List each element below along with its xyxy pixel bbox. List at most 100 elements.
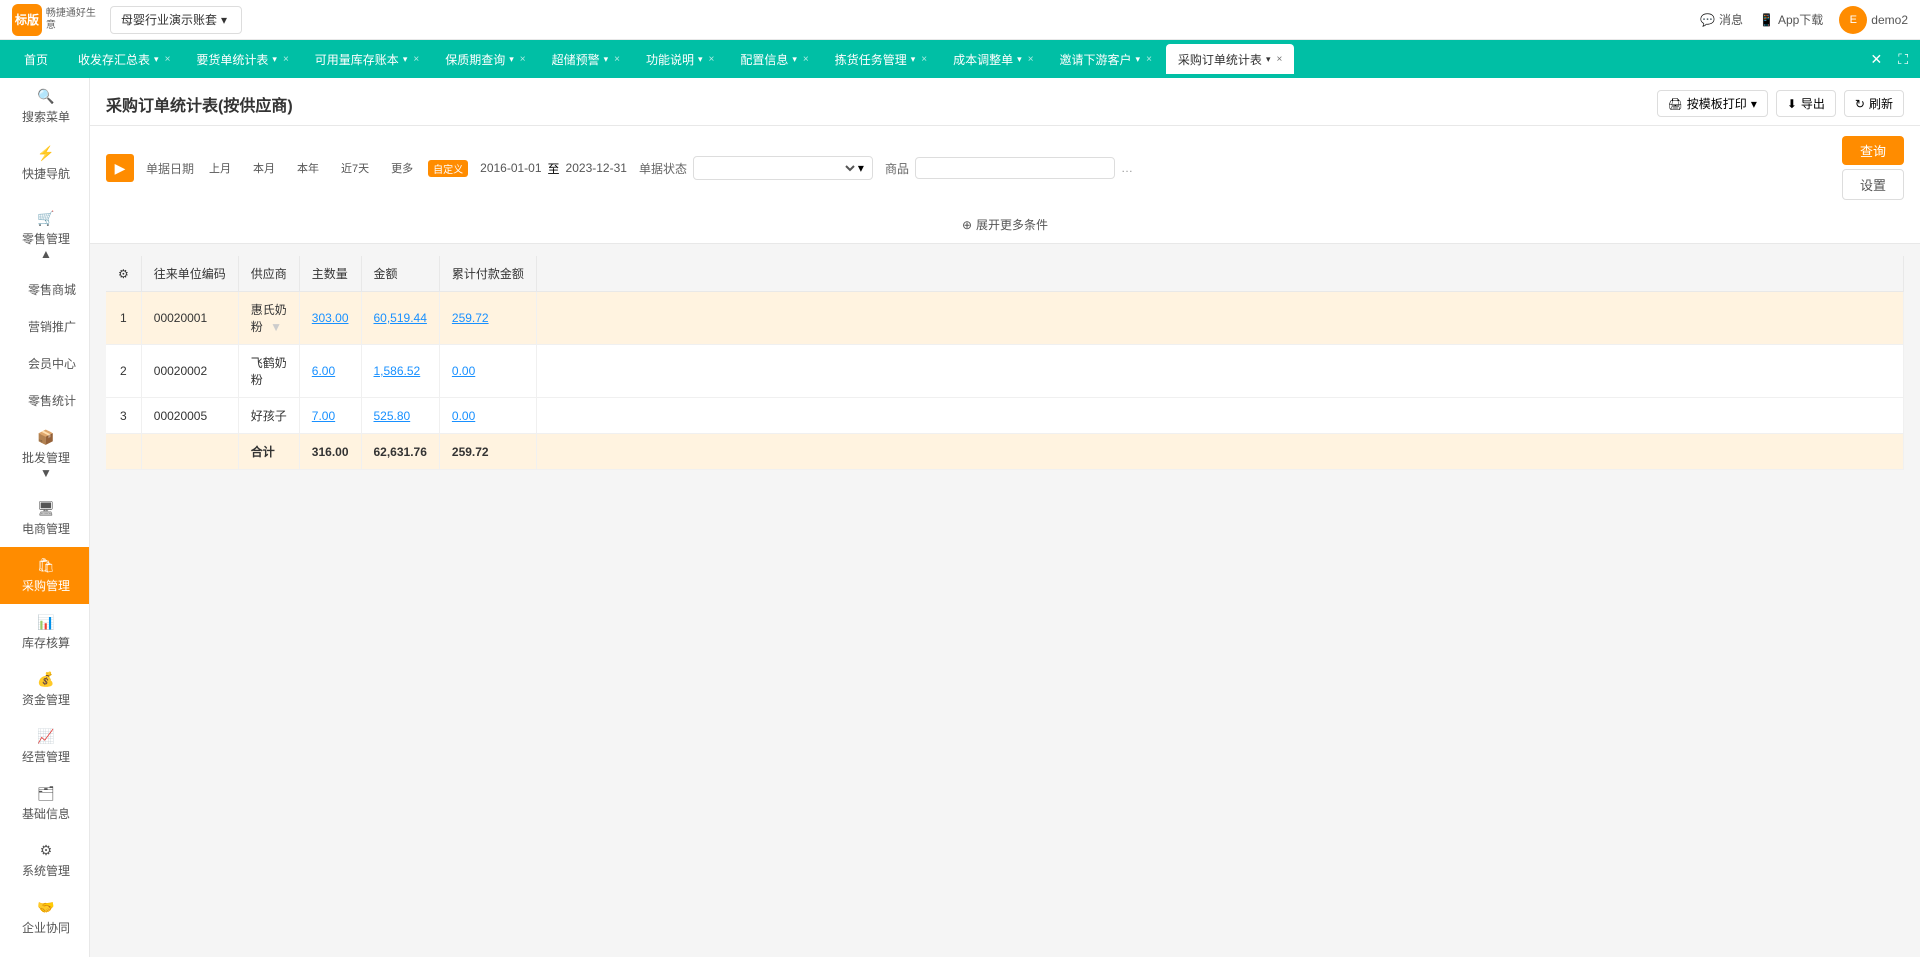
shortcut-7days[interactable]: 近7天 [332, 157, 378, 179]
row-qty-link[interactable]: 7.00 [312, 409, 335, 423]
logo-text: 畅捷通好生意 [46, 8, 102, 32]
shortcut-last-month[interactable]: 上月 [200, 157, 240, 179]
app-download-button[interactable]: 📱 App下载 [1759, 11, 1823, 28]
tab-config-info[interactable]: 配置信息 ▾ × [728, 44, 820, 74]
tab-close-icon[interactable]: × [614, 54, 620, 65]
sidebar-item-search[interactable]: 🔍 搜索菜单 [0, 78, 89, 135]
tab-close-icon[interactable]: × [283, 54, 289, 65]
settings-icon[interactable]: ⚙ [118, 267, 129, 281]
top-bar: 标版 畅捷通好生意 母婴行业演示账套 ▾ 💬 消息 📱 App下载 E demo… [0, 0, 1920, 40]
expand-conditions-button[interactable]: ⊕ 展开更多条件 [962, 216, 1048, 233]
tab-label: 拣货任务管理 [835, 51, 907, 68]
date-filter: 单据日期 上月 本月 本年 近7天 更多 自定义 [146, 157, 468, 179]
refresh-icon: ↻ [1855, 97, 1865, 111]
status-filter: 单据状态 ▾ [639, 156, 873, 180]
shortcut-this-month[interactable]: 本月 [244, 157, 284, 179]
tab-purchase-stats[interactable]: 采购订单统计表 ▾ × [1166, 44, 1294, 74]
table-row: 3 00020005 好孩子 7.00 525.80 0.00 [106, 398, 1904, 434]
status-select-wrapper[interactable]: ▾ [693, 156, 873, 180]
workspace-name: 母婴行业演示账套 [121, 11, 217, 28]
export-button[interactable]: ⬇ 导出 [1776, 90, 1836, 117]
tab-pick-task[interactable]: 拣货任务管理 ▾ × [823, 44, 939, 74]
tab-close-icon[interactable]: × [803, 54, 809, 65]
row-qty-link[interactable]: 6.00 [312, 364, 335, 378]
tab-requisition-stats[interactable]: 要货单统计表 ▾ × [184, 44, 300, 74]
sidebar-item-ecommerce[interactable]: 🖥 电商管理 [0, 490, 89, 547]
workspace-selector[interactable]: 母婴行业演示账套 ▾ [110, 6, 242, 34]
ecommerce-icon: 🖥 [37, 500, 55, 517]
sidebar-ecommerce-label: 电商管理 [22, 520, 70, 537]
tab-close-icon[interactable]: × [1146, 54, 1152, 65]
sidebar-item-system-mgmt[interactable]: ⚙ 系统管理 [0, 832, 89, 889]
quick-nav-icon: ⚡ [37, 145, 54, 162]
goods-filter: 商品 … [885, 157, 1133, 179]
shortcut-more[interactable]: 更多 [382, 157, 422, 179]
user-profile[interactable]: E demo2 [1839, 6, 1908, 34]
tab-overstock-alert[interactable]: 超储预警 ▾ × [540, 44, 632, 74]
tab-close-icon[interactable]: × [1276, 54, 1282, 65]
sidebar-item-operations[interactable]: 📈 经营管理 [0, 718, 89, 775]
sidebar-item-quick-nav[interactable]: ⚡ 快捷导航 [0, 135, 89, 192]
sidebar-basic-info-label: 基础信息 [22, 805, 70, 822]
tab-close-icon[interactable]: × [165, 54, 171, 65]
tab-available-stock[interactable]: 可用量库存账本 ▾ × [303, 44, 431, 74]
row-amount-link[interactable]: 60,519.44 [374, 311, 427, 325]
footer-amount: 62,631.76 [361, 434, 439, 470]
status-select[interactable] [702, 160, 858, 176]
filter-collapse-button[interactable]: ▶ [106, 154, 134, 182]
sidebar-item-marketing[interactable]: 营销推广 [0, 308, 89, 345]
tab-function-desc[interactable]: 功能说明 ▾ × [634, 44, 726, 74]
tab-collection-summary[interactable]: 收发存汇总表 ▾ × [66, 44, 182, 74]
template-print-button[interactable]: 🖨 按模板打印 ▾ [1657, 90, 1768, 117]
search-button[interactable]: 查询 [1842, 136, 1904, 165]
settings-button[interactable]: 设置 [1842, 169, 1904, 200]
status-filter-label: 单据状态 [639, 160, 687, 177]
refresh-button[interactable]: ↻ 刷新 [1844, 90, 1904, 117]
shortcut-this-year[interactable]: 本年 [288, 157, 328, 179]
row-qty-link[interactable]: 303.00 [312, 311, 349, 325]
row-paid-link[interactable]: 0.00 [452, 364, 475, 378]
wholesale-icon: 📦 [37, 429, 54, 446]
table-header-row: ⚙ 往来单位编码 供应商 主数量 金额 累计付款金额 [106, 256, 1904, 292]
sidebar-item-purchase-mgmt[interactable]: 🛍 采购管理 [0, 547, 89, 604]
goods-filter-label: 商品 [885, 160, 909, 177]
row-amount-link[interactable]: 525.80 [374, 409, 411, 423]
export-label: 导出 [1801, 95, 1825, 112]
sidebar-item-enterprise-collab[interactable]: 🤝 企业协同 [0, 889, 89, 946]
row-amount-link[interactable]: 1,586.52 [374, 364, 421, 378]
tab-arrow-icon: ▾ [698, 54, 703, 65]
tab-cost-adjust[interactable]: 成本调整单 ▾ × [941, 44, 1045, 74]
expand-row-icon[interactable]: ▼ [270, 320, 282, 334]
row-num: 3 [106, 398, 141, 434]
sidebar-item-new-guide[interactable]: 📖 新手引导 [0, 946, 89, 957]
nav-close-button[interactable]: ✕ [1866, 51, 1886, 68]
nav-maximize-button[interactable]: ⛶ [1894, 51, 1912, 68]
footer-extra [536, 434, 1903, 470]
tab-close-icon[interactable]: × [921, 54, 927, 65]
sidebar-item-retail-stats[interactable]: 零售统计 [0, 382, 89, 419]
sidebar-item-member-center[interactable]: 会员中心 [0, 345, 89, 382]
message-button[interactable]: 💬 消息 [1700, 11, 1743, 28]
row-paid-link[interactable]: 0.00 [452, 409, 475, 423]
content-area: 采购订单统计表(按供应商) 🖨 按模板打印 ▾ ⬇ 导出 ↻ 刷新 [90, 78, 1920, 957]
tab-expiry-query[interactable]: 保质期查询 ▾ × [433, 44, 537, 74]
tab-invite-downstream[interactable]: 邀请下游客户 ▾ × [1048, 44, 1164, 74]
tab-close-icon[interactable]: × [413, 54, 419, 65]
sidebar-item-basic-info[interactable]: 🗂 基础信息 [0, 775, 89, 832]
sidebar-item-inventory[interactable]: 📊 库存核算 [0, 604, 89, 661]
footer-qty: 316.00 [299, 434, 361, 470]
row-paid-link[interactable]: 259.72 [452, 311, 489, 325]
sidebar-retail-stats-label: 零售统计 [28, 392, 76, 409]
sidebar-item-retail-mall[interactable]: 零售商城 [0, 271, 89, 308]
sidebar-item-finance[interactable]: 💰 资金管理 [0, 661, 89, 718]
tab-close-icon[interactable]: × [709, 54, 715, 65]
tab-close-icon[interactable]: × [1028, 54, 1034, 65]
tab-home[interactable]: 首页 [8, 44, 64, 74]
row-supplier-text: 好孩子 [251, 409, 287, 423]
goods-input[interactable] [915, 157, 1115, 179]
tab-close-icon[interactable]: × [520, 54, 526, 65]
refresh-label: 刷新 [1869, 95, 1893, 112]
sidebar-item-retail-mgmt[interactable]: 🛒 零售管理 ▲ [0, 200, 89, 271]
goods-more-icon[interactable]: … [1121, 161, 1133, 175]
sidebar-item-wholesale-mgmt[interactable]: 📦 批发管理 ▼ [0, 419, 89, 490]
